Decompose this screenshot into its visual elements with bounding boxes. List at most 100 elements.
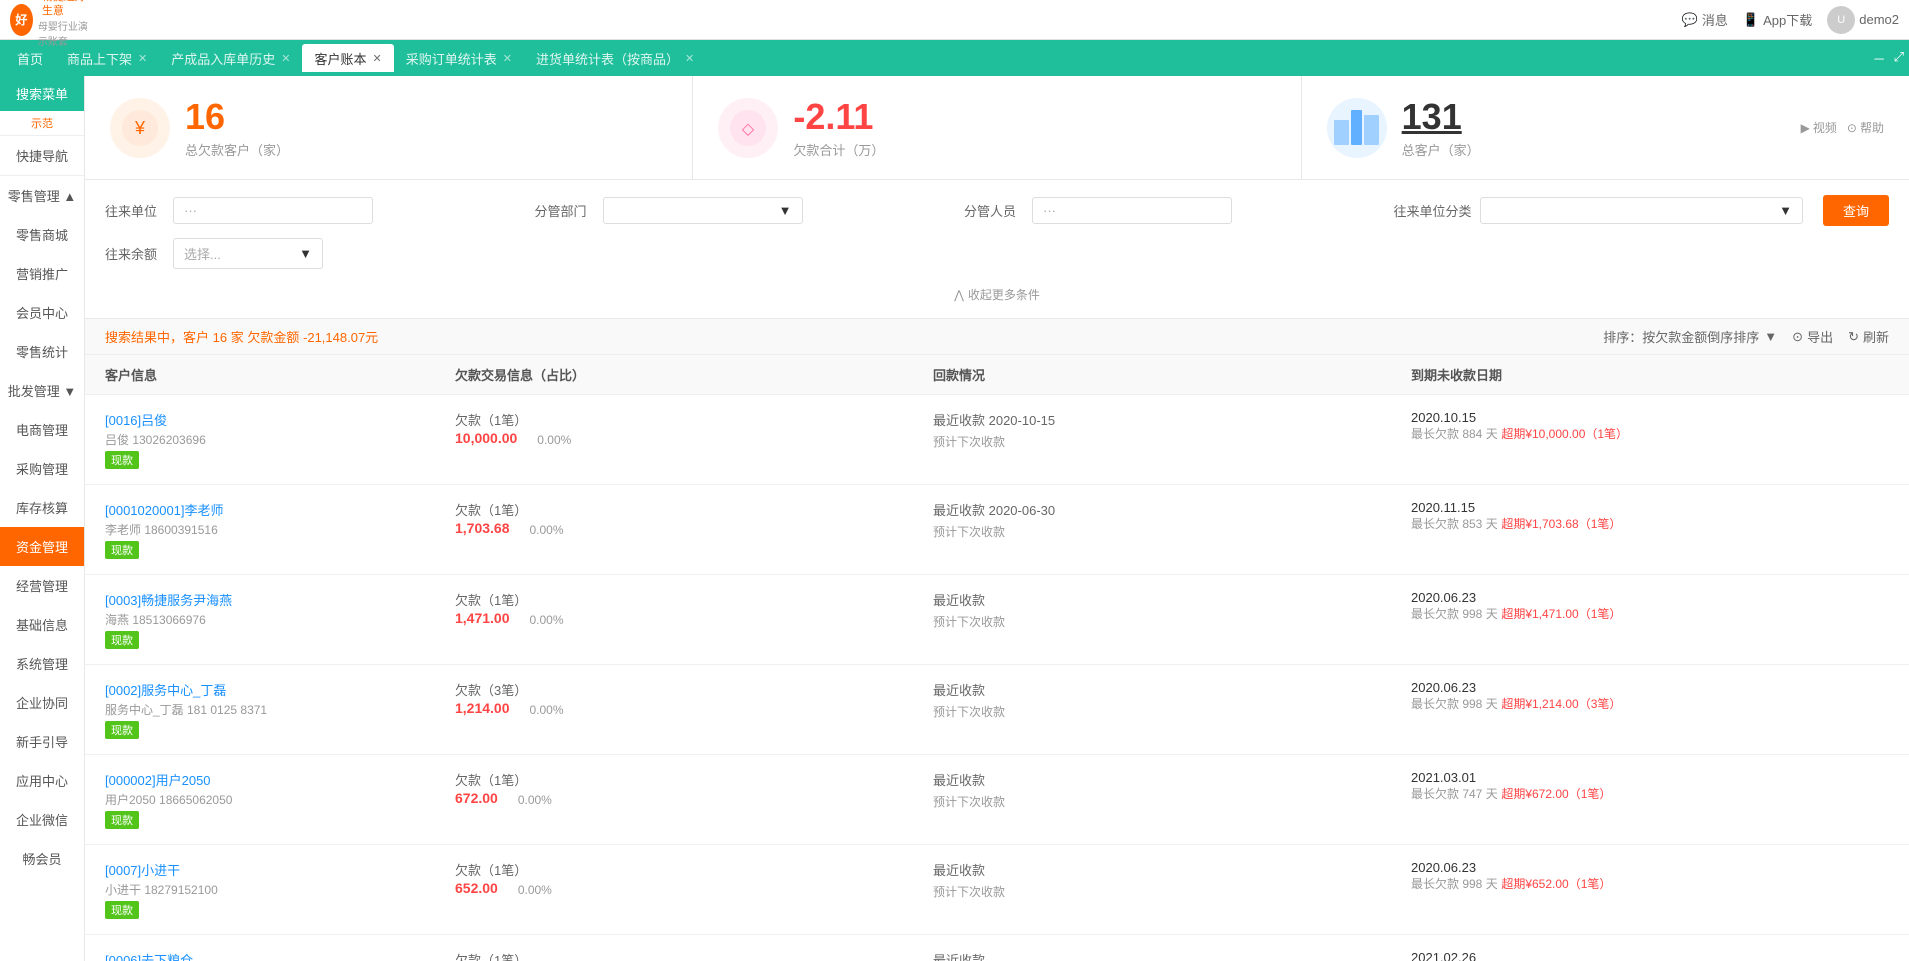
table-row: [0007]小进干 小进干 18279152100 现款 欠款（1笔） 652.… <box>85 845 1909 935</box>
customer-tag-2: 现款 <box>105 541 139 559</box>
sidebar-item-app-center[interactable]: 应用中心 <box>0 761 84 800</box>
overdue-link-4[interactable]: 超期¥1,214.00（3笔） <box>1501 697 1621 711</box>
sidebar-item-purchase[interactable]: 采购管理 <box>0 449 84 488</box>
tab-close-production[interactable]: ✕ <box>281 52 290 65</box>
refresh-btn[interactable]: ↻ 刷新 <box>1848 327 1889 346</box>
sidebar-item-inventory[interactable]: 库存核算 <box>0 488 84 527</box>
customer-name-link-2[interactable]: [0001020001]李老师 <box>105 503 224 518</box>
due-date-7: 2021.02.26 最长欠款 750 天 超期¥455.90（1笔） <box>1411 945 1889 961</box>
overdue-link-3[interactable]: 超期¥1,471.00（1笔） <box>1501 607 1621 621</box>
sidebar-item-system[interactable]: 系统管理 <box>0 644 84 683</box>
sidebar-item-member-plus[interactable]: 畅会员 <box>0 839 84 878</box>
category-select[interactable]: ▼ <box>1480 197 1803 224</box>
customer-name-link-7[interactable]: [0006]去下粮仓 <box>105 953 193 961</box>
overdue-link-2[interactable]: 超期¥1,703.68（1笔） <box>1501 517 1621 531</box>
tab-bar: 首页 商品上下架 ✕ 产成品入库单历史 ✕ 客户账本 ✕ 采购订单统计表 ✕ 进… <box>0 40 1909 76</box>
minimize-icon[interactable]: － <box>1873 49 1886 68</box>
export-btn[interactable]: ⊙ 导出 <box>1792 327 1833 346</box>
debt-amount-number: -2.11 <box>793 96 1275 138</box>
customer-tag-1: 现款 <box>105 451 139 469</box>
col-debt-info: 欠款交易信息（占比） <box>455 365 933 384</box>
sidebar-item-operation[interactable]: 经营管理 <box>0 566 84 605</box>
tab-customer-account[interactable]: 客户账本 ✕ <box>302 44 393 72</box>
logo-icon: 好 <box>10 4 33 36</box>
sidebar-shortcuts[interactable]: 示范 <box>0 111 84 135</box>
due-date-2: 2020.11.15 最长欠款 853 天 超期¥1,703.68（1笔） <box>1411 495 1889 564</box>
message-btn[interactable]: 💬 消息 <box>1682 10 1728 29</box>
from-unit-input[interactable]: ··· <box>173 197 373 224</box>
debt-percent-1: 0.00% <box>537 433 571 447</box>
debt-percent-6: 0.00% <box>518 883 552 897</box>
category-chevron: ▼ <box>1779 203 1792 218</box>
tab-purchase-stats[interactable]: 采购订单统计表 ✕ <box>394 44 524 72</box>
stat-info-total: 131 总客户（家） <box>1402 96 1786 159</box>
debt-amount-5: 672.00 <box>455 790 498 806</box>
debt-customers-icon: ¥ <box>110 98 170 158</box>
tab-goods-stats[interactable]: 进货单统计表（按商品） ✕ <box>524 44 706 72</box>
sort-btn[interactable]: 排序：按欠款金额倒序排序 ▼ <box>1603 327 1777 346</box>
customer-name-link-1[interactable]: [0016]吕俊 <box>105 413 167 428</box>
app-download-btn[interactable]: 📱 App下载 <box>1743 10 1812 29</box>
help-btn[interactable]: ⊙ 帮助 <box>1847 119 1884 136</box>
sidebar-item-enterprise[interactable]: 企业协同 <box>0 683 84 722</box>
sidebar-item-wholesale[interactable]: 批发管理 ▼ <box>0 371 84 410</box>
sidebar-item-wechat[interactable]: 企业微信 <box>0 800 84 839</box>
dept-chevron: ▼ <box>779 203 792 218</box>
collection-5: 最近收款 预计下次收款 <box>933 765 1411 834</box>
total-customers-number: 131 <box>1402 96 1786 138</box>
debt-info-2: 欠款（1笔） 1,703.68 0.00% <box>455 495 933 564</box>
customer-tag-4: 现款 <box>105 721 139 739</box>
collapse-icon: ⋀ <box>954 288 964 302</box>
overdue-link-5[interactable]: 超期¥672.00（1笔） <box>1501 787 1611 801</box>
result-actions: 排序：按欠款金额倒序排序 ▼ ⊙ 导出 ↻ 刷新 <box>1603 327 1889 346</box>
tab-close-goods[interactable]: ✕ <box>138 52 147 65</box>
sidebar-item-finance[interactable]: 资金管理 <box>0 527 84 566</box>
maximize-icon[interactable]: ⤢ <box>1894 49 1904 68</box>
table-row: [0016]吕俊 吕俊 13026203696 现款 欠款（1笔） 10,000… <box>85 395 1909 485</box>
filter-area: 往来单位 ··· 分管部门 ▼ 分管人员 ··· 往来单位分类 <box>85 180 1909 319</box>
view-btn[interactable]: ▶ 视频 <box>1801 119 1837 136</box>
sidebar-item-newbie[interactable]: 新手引导 <box>0 722 84 761</box>
debt-amount-2: 1,703.68 <box>455 520 510 536</box>
sidebar-item-retail-mall[interactable]: 零售商城 <box>0 215 84 254</box>
customer-info-5: [000002]用户2050 用户2050 18665062050 现款 <box>105 765 455 834</box>
sidebar-item-member[interactable]: 会员中心 <box>0 293 84 332</box>
customer-name-link-6[interactable]: [0007]小进干 <box>105 863 180 878</box>
overdue-link-6[interactable]: 超期¥652.00（1笔） <box>1501 877 1611 891</box>
user-menu[interactable]: U demo2 <box>1827 6 1899 34</box>
customer-sub-2: 李老师 18600391516 <box>105 521 455 538</box>
table-row: [0002]服务中心_丁磊 服务中心_丁磊 181 0125 8371 现款 欠… <box>85 665 1909 755</box>
debt-amount-4: 1,214.00 <box>455 700 510 716</box>
dept-select[interactable]: ▼ <box>603 197 803 224</box>
debt-customers-number: 16 <box>185 96 667 138</box>
sidebar-quick-nav[interactable]: 快捷导航 <box>0 136 84 175</box>
logo-area: 好 畅捷通好生意 母婴行业演示账套 <box>10 0 95 48</box>
overdue-link-1[interactable]: 超期¥10,000.00（1笔） <box>1501 427 1628 441</box>
sidebar-item-ecommerce[interactable]: 电商管理 <box>0 410 84 449</box>
sidebar-item-basic[interactable]: 基础信息 <box>0 605 84 644</box>
search-button[interactable]: 查询 <box>1823 195 1889 226</box>
person-input[interactable]: ··· <box>1032 197 1232 224</box>
tab-goods[interactable]: 商品上下架 ✕ <box>55 44 159 72</box>
customer-name-link-4[interactable]: [0002]服务中心_丁磊 <box>105 683 226 698</box>
sidebar-item-retail-mgmt[interactable]: 零售管理 ▲ <box>0 176 84 215</box>
balance-select[interactable]: 选择... ▼ <box>173 238 323 269</box>
tab-home[interactable]: 首页 <box>5 44 55 72</box>
tab-close-customer[interactable]: ✕ <box>373 52 382 65</box>
category-label: 往来单位分类 <box>1394 201 1472 220</box>
tab-production[interactable]: 产成品入库单历史 ✕ <box>159 44 302 72</box>
sidebar-item-retail-stats[interactable]: 零售统计 <box>0 332 84 371</box>
collapse-row[interactable]: ⋀ 收起更多条件 <box>105 281 1889 303</box>
sidebar-search-menu[interactable]: 搜索菜单 <box>0 76 84 111</box>
debt-percent-2: 0.00% <box>530 523 564 537</box>
tab-close-purchase[interactable]: ✕ <box>503 52 512 65</box>
debt-info-7: 欠款（1笔） 455.90 0.00% <box>455 945 933 961</box>
from-unit-label: 往来单位 <box>105 201 165 220</box>
result-bar: 搜索结果中，客户 16 家 欠款金额 -21,148.07元 排序：按欠款金额倒… <box>85 319 1909 355</box>
tab-close-goods-stats[interactable]: ✕ <box>685 52 694 65</box>
sidebar-item-marketing[interactable]: 营销推广 <box>0 254 84 293</box>
customer-name-link-3[interactable]: [0003]畅捷服务尹海燕 <box>105 593 232 608</box>
customer-name-link-5[interactable]: [000002]用户2050 <box>105 773 211 788</box>
person-label: 分管人员 <box>964 201 1024 220</box>
col-due-date: 到期未收款日期 <box>1411 365 1889 384</box>
